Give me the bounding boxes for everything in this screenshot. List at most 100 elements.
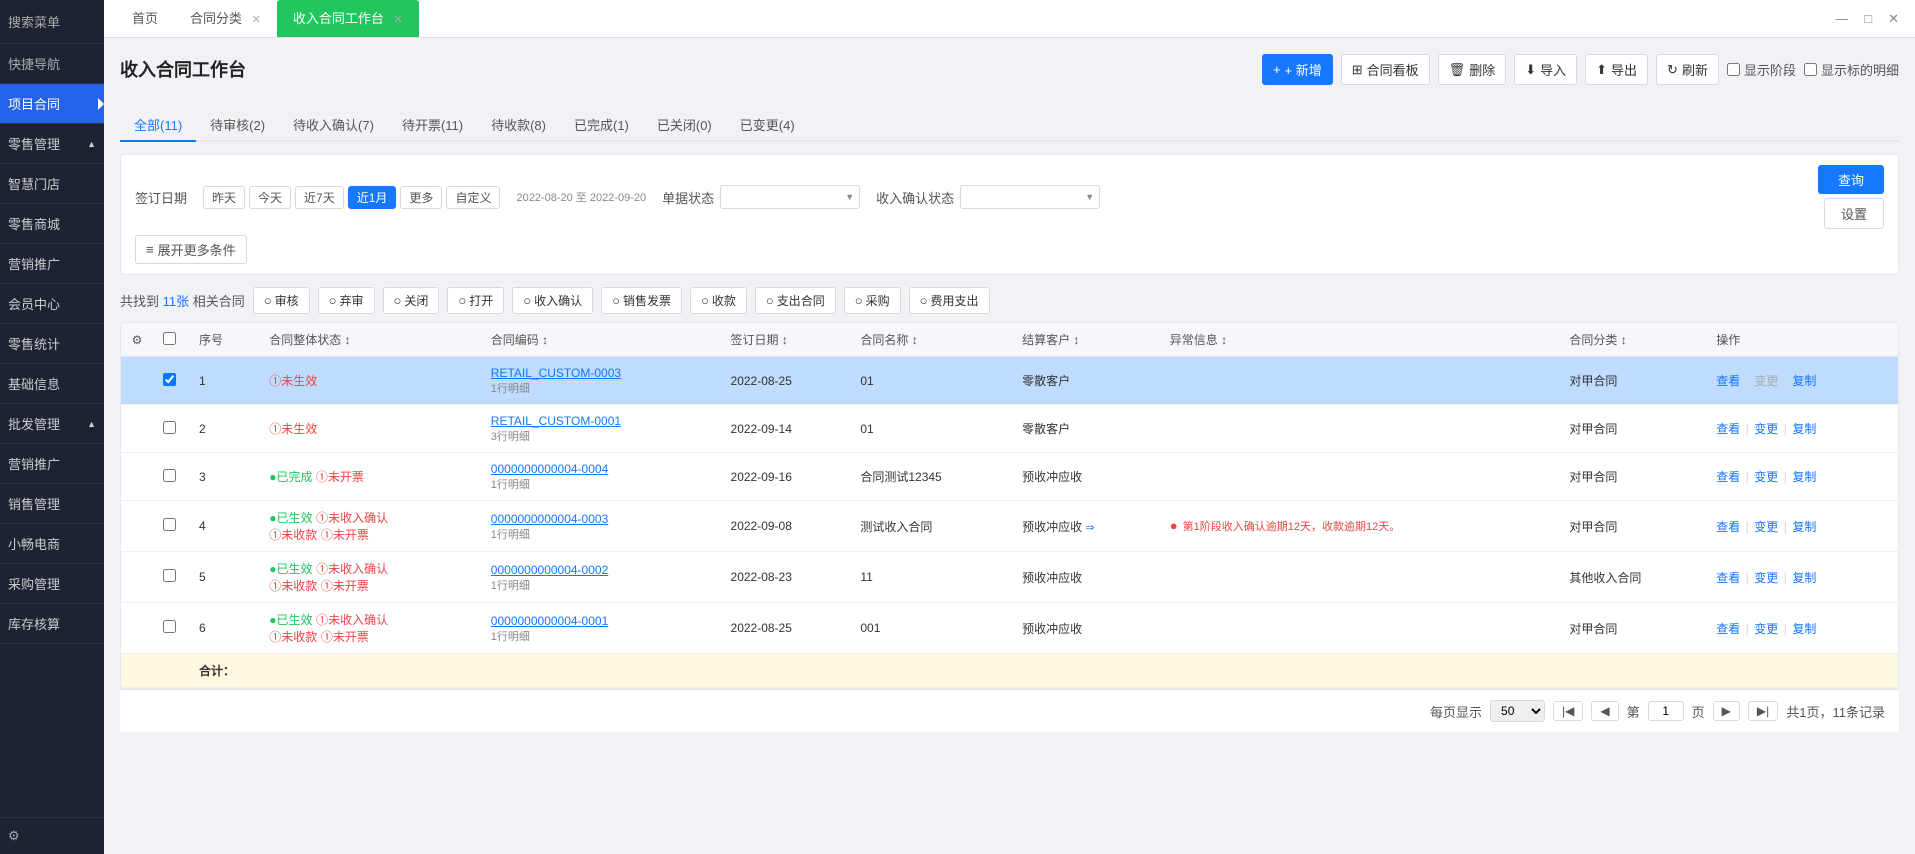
row2-code-link[interactable]: RETAIL_CUSTOM-0001 bbox=[491, 414, 621, 428]
row2-copy[interactable]: 复制 bbox=[1792, 422, 1816, 436]
page-size-select[interactable]: 10 20 50 100 bbox=[1490, 700, 1545, 722]
sidebar-quick-nav[interactable]: 快捷导航 bbox=[0, 44, 104, 84]
select-all-checkbox[interactable] bbox=[163, 332, 176, 345]
delete-button[interactable]: 🗑 删除 bbox=[1438, 54, 1507, 85]
receive-status-select[interactable] bbox=[960, 185, 1100, 209]
refresh-button[interactable]: ↻ 刷新 bbox=[1656, 54, 1719, 85]
col-name[interactable]: 合同名称 ↕ bbox=[850, 323, 1012, 357]
action-income-confirm-btn[interactable]: ○ 收入确认 bbox=[512, 287, 593, 314]
sidebar-item-inventory[interactable]: 库存核算 bbox=[0, 604, 104, 644]
filter-tab-pending-review[interactable]: 待审核(2) bbox=[196, 109, 279, 142]
action-sales-invoice-btn[interactable]: ○ 销售发票 bbox=[601, 287, 682, 314]
sidebar-item-retail-stats[interactable]: 零售统计 bbox=[0, 324, 104, 364]
col-exception[interactable]: 异常信息 ↕ bbox=[1160, 323, 1560, 357]
col-date[interactable]: 签订日期 ↕ bbox=[721, 323, 851, 357]
row3-checkbox[interactable] bbox=[163, 469, 176, 482]
col-category[interactable]: 合同分类 ↕ bbox=[1559, 323, 1706, 357]
sidebar-search[interactable]: 搜索菜单 bbox=[0, 0, 104, 44]
sidebar-item-sales-mgmt[interactable]: 销售管理 bbox=[0, 484, 104, 524]
row1-code-link[interactable]: RETAIL_CUSTOM-0003 bbox=[491, 366, 621, 380]
filter-tab-closed[interactable]: 已关闭(0) bbox=[643, 109, 726, 142]
row4-code-link[interactable]: 0000000000004-0003 bbox=[491, 512, 608, 526]
col-code[interactable]: 合同编码 ↕ bbox=[481, 323, 721, 357]
sidebar-item-member-center[interactable]: 会员中心 bbox=[0, 284, 104, 324]
sidebar-item-marketing2[interactable]: 营销推广 bbox=[0, 444, 104, 484]
filter-tab-pending-confirm[interactable]: 待收入确认(7) bbox=[279, 109, 388, 142]
row3-change[interactable]: 变更 bbox=[1754, 470, 1778, 484]
date-btn-more[interactable]: 更多 bbox=[400, 186, 442, 209]
date-btn-today[interactable]: 今天 bbox=[249, 186, 291, 209]
filter-tab-changed[interactable]: 已变更(4) bbox=[726, 109, 809, 142]
row3-code-link[interactable]: 0000000000004-0004 bbox=[491, 462, 608, 476]
set-button[interactable]: 设置 bbox=[1824, 198, 1884, 229]
show-stage-checkbox[interactable] bbox=[1727, 63, 1740, 76]
maximize-button[interactable]: □ bbox=[1860, 9, 1876, 29]
row4-change[interactable]: 变更 bbox=[1754, 520, 1778, 534]
col-settings[interactable]: ⚙ bbox=[121, 323, 153, 357]
first-page-btn[interactable]: |◀ bbox=[1553, 701, 1583, 721]
row2-change[interactable]: 变更 bbox=[1754, 422, 1778, 436]
row2-view[interactable]: 查看 bbox=[1716, 422, 1740, 436]
filter-tab-pending-invoice[interactable]: 待开票(11) bbox=[388, 109, 477, 142]
tab-contract-category[interactable]: 合同分类 ✕ bbox=[174, 0, 277, 37]
sidebar-item-wholesale-mgmt[interactable]: 批发管理 ▲ bbox=[0, 404, 104, 444]
sidebar-item-smart-store[interactable]: 智慧门店 bbox=[0, 164, 104, 204]
row5-checkbox[interactable] bbox=[163, 569, 176, 582]
row3-view[interactable]: 查看 bbox=[1716, 470, 1740, 484]
sidebar-settings[interactable]: ⚙ bbox=[0, 817, 104, 854]
close-button[interactable]: ✕ bbox=[1884, 9, 1903, 29]
tab-income-workbench-close[interactable]: ✕ bbox=[394, 14, 403, 26]
row6-change[interactable]: 变更 bbox=[1754, 622, 1778, 636]
date-btn-yesterday[interactable]: 昨天 bbox=[203, 186, 245, 209]
row5-change[interactable]: 变更 bbox=[1754, 571, 1778, 585]
date-btn-custom[interactable]: 自定义 bbox=[446, 186, 500, 209]
row5-view[interactable]: 查看 bbox=[1716, 571, 1740, 585]
row5-code-link[interactable]: 0000000000004-0002 bbox=[491, 563, 608, 577]
row6-copy[interactable]: 复制 bbox=[1792, 622, 1816, 636]
action-review-btn[interactable]: ○ 审核 bbox=[253, 287, 310, 314]
tab-home[interactable]: 首页 bbox=[116, 0, 174, 37]
filter-tab-all[interactable]: 全部(11) bbox=[120, 109, 196, 142]
row6-code-link[interactable]: 0000000000004-0001 bbox=[491, 614, 608, 628]
row2-checkbox[interactable] bbox=[163, 421, 176, 434]
new-button[interactable]: + + 新增 bbox=[1262, 54, 1333, 85]
next-page-btn[interactable]: ▶ bbox=[1713, 701, 1740, 721]
prev-page-btn[interactable]: ◀ bbox=[1591, 701, 1618, 721]
row6-view[interactable]: 查看 bbox=[1716, 622, 1740, 636]
sidebar-item-basic-info[interactable]: 基础信息 bbox=[0, 364, 104, 404]
sidebar-item-retail-mall[interactable]: 零售商城 bbox=[0, 204, 104, 244]
action-expense-btn[interactable]: ○ 费用支出 bbox=[909, 287, 990, 314]
sidebar-item-purchase-mgmt[interactable]: 采购管理 bbox=[0, 564, 104, 604]
sidebar-item-marketing1[interactable]: 营销推广 bbox=[0, 244, 104, 284]
date-btn-1month[interactable]: 近1月 bbox=[348, 186, 397, 209]
action-receipt-btn[interactable]: ○ 收款 bbox=[690, 287, 747, 314]
filter-tab-pending-receipt[interactable]: 待收款(8) bbox=[477, 109, 560, 142]
filter-tab-completed[interactable]: 已完成(1) bbox=[560, 109, 643, 142]
row6-checkbox[interactable] bbox=[163, 620, 176, 633]
row4-copy[interactable]: 复制 bbox=[1792, 520, 1816, 534]
action-purchase-btn[interactable]: ○ 采购 bbox=[844, 287, 901, 314]
tab-income-contract-workbench[interactable]: 收入合同工作台 ✕ bbox=[277, 0, 419, 37]
col-status[interactable]: 合同整体状态 ↕ bbox=[259, 323, 481, 357]
tab-contract-category-close[interactable]: ✕ bbox=[252, 14, 261, 26]
page-input[interactable] bbox=[1648, 701, 1684, 721]
row4-checkbox[interactable] bbox=[163, 518, 176, 531]
expand-more-btn[interactable]: ≡ 展开更多条件 bbox=[135, 235, 247, 264]
row1-checkbox[interactable] bbox=[163, 373, 176, 386]
sidebar-item-retail-mgmt[interactable]: 零售管理 ▲ bbox=[0, 124, 104, 164]
sidebar-item-ecommerce[interactable]: 小畅电商 bbox=[0, 524, 104, 564]
action-close-btn[interactable]: ○ 关闭 bbox=[383, 287, 440, 314]
doc-status-select[interactable] bbox=[720, 185, 860, 209]
row3-copy[interactable]: 复制 bbox=[1792, 470, 1816, 484]
row1-view[interactable]: 查看 bbox=[1716, 374, 1740, 388]
show-mark-checkbox[interactable] bbox=[1804, 63, 1817, 76]
query-button[interactable]: 查询 bbox=[1818, 165, 1884, 194]
import-button[interactable]: ⬇ 导入 bbox=[1514, 54, 1577, 85]
route-icon[interactable]: ⇒ bbox=[1085, 522, 1094, 534]
action-expense-contract-btn[interactable]: ○ 支出合同 bbox=[755, 287, 836, 314]
export-button[interactable]: ⬆ 导出 bbox=[1585, 54, 1648, 85]
col-customer[interactable]: 结算客户 ↕ bbox=[1012, 323, 1160, 357]
action-abandon-review-btn[interactable]: ○ 弃审 bbox=[318, 287, 375, 314]
minimize-button[interactable]: — bbox=[1831, 9, 1852, 29]
row1-copy[interactable]: 复制 bbox=[1792, 374, 1816, 388]
